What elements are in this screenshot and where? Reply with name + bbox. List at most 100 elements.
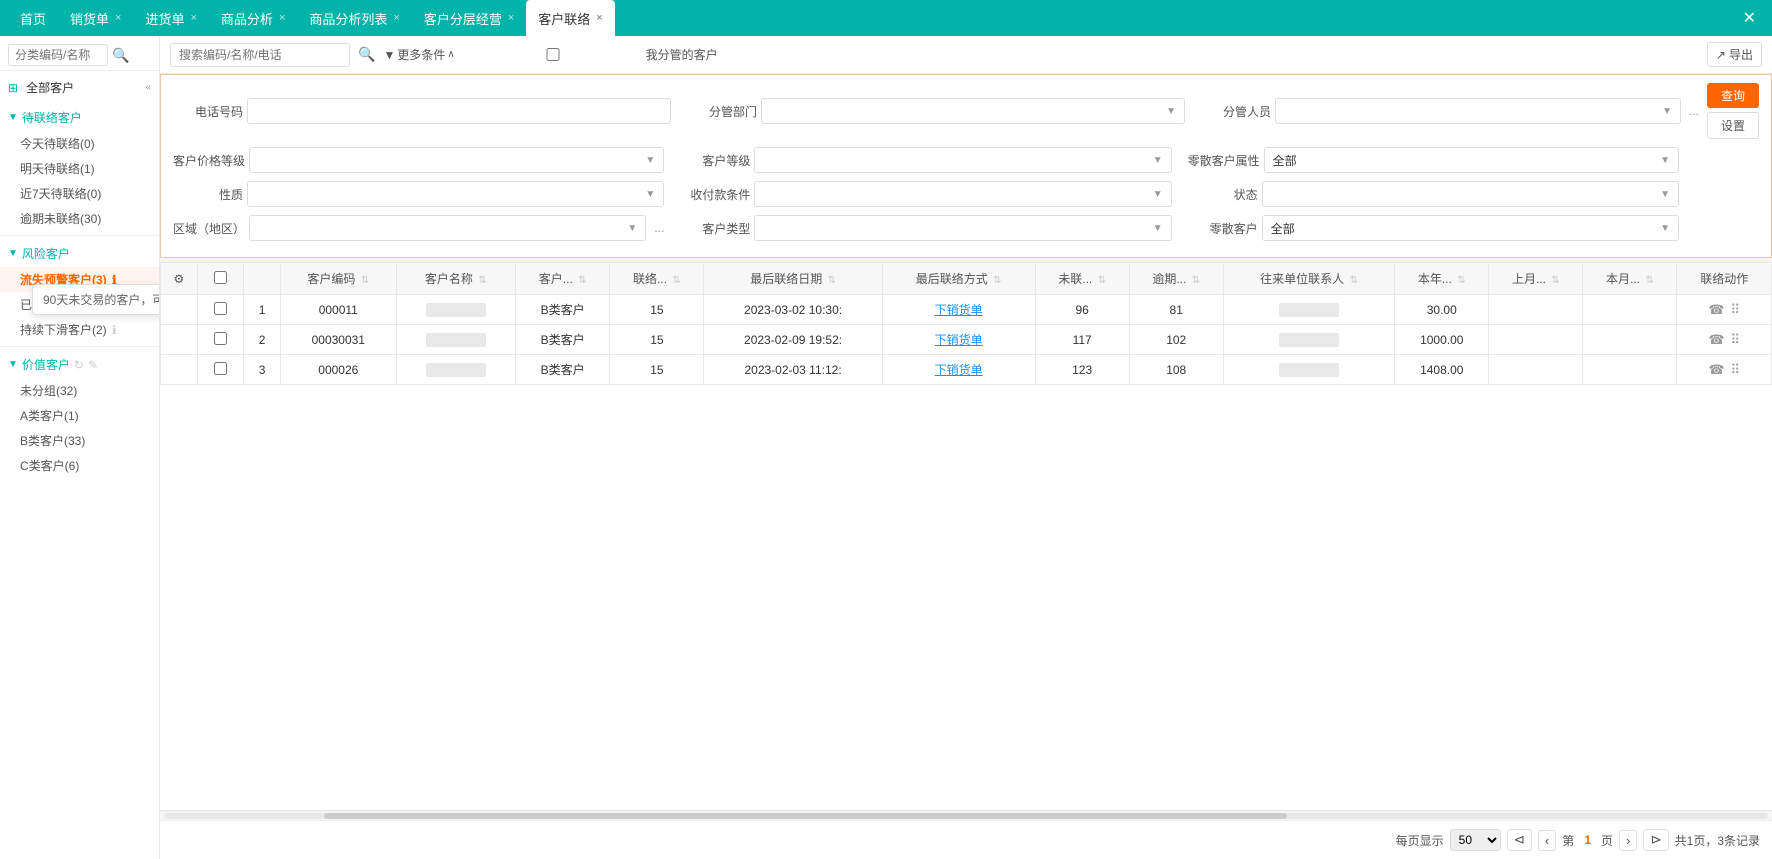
sidebar-section-risk-header[interactable]: ▼ 风险客户	[0, 240, 159, 267]
close-tab-sales[interactable]: ×	[115, 12, 121, 24]
sidebar-item-class-a[interactable]: A类客户(1)	[0, 403, 159, 428]
scroll-thumb[interactable]	[324, 813, 1286, 819]
row-check-2[interactable]	[214, 362, 227, 375]
action-more-1[interactable]: ⠿	[1731, 332, 1741, 348]
filter-payment-arrow: ▼	[1153, 189, 1163, 200]
page-label: 第	[1562, 832, 1574, 849]
col-last-contact-date[interactable]: 最后联络日期 ⇅	[704, 263, 882, 295]
filter-manager-select[interactable]: ▼	[1275, 98, 1681, 124]
filter-retail-attr-select[interactable]: 全部 ▼	[1264, 147, 1679, 173]
filter-price-grade-select[interactable]: ▼	[249, 147, 664, 173]
close-tab-customer-contact[interactable]: ×	[596, 12, 602, 24]
sidebar-collapse-icon[interactable]: «	[145, 82, 151, 93]
filter-dept-select[interactable]: ▼	[761, 98, 1185, 124]
value-edit-icon[interactable]: ✎	[88, 358, 98, 372]
col-type[interactable]: 客户... ⇅	[515, 263, 609, 295]
col-settings[interactable]: ⚙	[161, 263, 198, 295]
next-page-button[interactable]: ›	[1619, 830, 1637, 851]
filter-status-select[interactable]: ▼	[1262, 181, 1679, 207]
filter-cell-phone: 电话号码	[173, 98, 671, 124]
value-refresh-icon[interactable]: ↻	[74, 358, 84, 372]
filter-grade-select[interactable]: ▼	[754, 147, 1171, 173]
filter-ctype-select[interactable]: ▼	[754, 215, 1171, 241]
sidebar-item-tomorrow[interactable]: 明天待联络(1)	[0, 156, 159, 181]
close-tab-customer-segment[interactable]: ×	[508, 12, 514, 24]
close-tab-goods-analysis-list[interactable]: ×	[393, 12, 399, 24]
my-customers-checkbox-label[interactable]: 我分管的客户	[463, 46, 718, 63]
filter-nature-select[interactable]: ▼	[247, 181, 664, 207]
row-cc-2	[1223, 355, 1395, 385]
action-more-0[interactable]: ⠿	[1731, 302, 1741, 318]
row-check-1[interactable]	[214, 332, 227, 345]
sidebar-item-overdue[interactable]: 逾期未联络(30)	[0, 206, 159, 231]
row-cy-0: 30.00	[1395, 295, 1489, 325]
col-checkbox[interactable]	[197, 263, 243, 295]
row-check-0[interactable]	[214, 302, 227, 315]
col-code[interactable]: 客户编码 ⇅	[280, 263, 396, 295]
tab-purchase[interactable]: 进货单 ×	[133, 0, 208, 36]
col-overdue[interactable]: 逾期... ⇅	[1129, 263, 1223, 295]
filter-retail-label: 零散客户	[1188, 220, 1258, 237]
filter-region-more[interactable]: ...	[654, 221, 664, 235]
sidebar-search-icon[interactable]: 🔍	[112, 47, 129, 64]
sidebar-item-unsorted[interactable]: 未分组(32)	[0, 378, 159, 403]
row-method-0[interactable]: 下销货单	[882, 295, 1035, 325]
filter-region-select[interactable]: ▼	[249, 215, 646, 241]
tab-customer-segment[interactable]: 客户分层经营 ×	[412, 0, 526, 36]
col-current-year[interactable]: 本年... ⇅	[1395, 263, 1489, 295]
filter-manager-more[interactable]: ...	[1689, 104, 1699, 118]
close-tab-purchase[interactable]: ×	[190, 12, 196, 24]
sidebar-item-week[interactable]: 近7天待联络(0)	[0, 181, 159, 206]
horizontal-scrollbar[interactable]	[160, 810, 1772, 820]
tab-goods-analysis-list[interactable]: 商品分析列表 ×	[297, 0, 411, 36]
col-current-month[interactable]: 本月... ⇅	[1583, 263, 1677, 295]
action-phone-1[interactable]: ☎	[1708, 332, 1724, 348]
tab-goods-analysis[interactable]: 商品分析 ×	[209, 0, 297, 36]
more-filter-button[interactable]: ▼ 更多条件 ∧	[383, 46, 454, 63]
action-more-2[interactable]: ⠿	[1731, 362, 1741, 378]
filter-phone-input[interactable]	[247, 98, 671, 124]
action-phone-2[interactable]: ☎	[1708, 362, 1724, 378]
tab-sales[interactable]: 销货单 ×	[58, 0, 133, 36]
filter-manager-label: 分管人员	[1201, 103, 1271, 120]
select-all-checkbox[interactable]	[214, 271, 227, 284]
sidebar-section-value-header[interactable]: ▼ 价值客户 ↻ ✎	[0, 351, 159, 378]
prev-page-button[interactable]: ‹	[1538, 830, 1556, 851]
first-page-button[interactable]: ⊲	[1507, 829, 1532, 851]
query-button[interactable]: 查询	[1707, 83, 1759, 108]
filter-payment-select[interactable]: ▼	[754, 181, 1171, 207]
sidebar-search-input[interactable]	[8, 44, 108, 66]
sidebar-item-declining[interactable]: 持续下滑客户(2) ℹ	[0, 317, 159, 342]
col-no-contact[interactable]: 未联... ⇅	[1035, 263, 1129, 295]
row-method-2[interactable]: 下销货单	[882, 355, 1035, 385]
window-close-button[interactable]: ✕	[1735, 8, 1764, 28]
col-contact[interactable]: 联络... ⇅	[610, 263, 704, 295]
col-company-contact[interactable]: 往来单位联系人 ⇅	[1223, 263, 1395, 295]
search-icon[interactable]: 🔍	[358, 46, 375, 63]
sidebar-all-customers[interactable]: ⊞ 全部客户 «	[0, 71, 159, 104]
search-input[interactable]	[170, 43, 350, 67]
col-last-contact-method[interactable]: 最后联络方式 ⇅	[882, 263, 1035, 295]
col-last-month[interactable]: 上月... ⇅	[1489, 263, 1583, 295]
row-checkbox-1[interactable]	[197, 325, 243, 355]
sidebar-item-class-c[interactable]: C类客户(6)	[0, 453, 159, 478]
tab-customer-contact[interactable]: 客户联络 ×	[526, 0, 614, 36]
sidebar-item-today[interactable]: 今天待联络(0)	[0, 131, 159, 156]
row-overdue-1: 102	[1129, 325, 1223, 355]
filter-nature-label: 性质	[173, 186, 243, 203]
settings-button[interactable]: 设置	[1707, 112, 1759, 139]
sidebar-section-pending-header[interactable]: ▼ 待联络客户	[0, 104, 159, 131]
per-page-select[interactable]: 50 100 200	[1450, 829, 1501, 851]
tab-home[interactable]: 首页	[8, 0, 58, 36]
row-checkbox-0[interactable]	[197, 295, 243, 325]
last-page-button[interactable]: ⊳	[1643, 829, 1668, 851]
row-checkbox-2[interactable]	[197, 355, 243, 385]
close-tab-goods-analysis[interactable]: ×	[279, 12, 285, 24]
row-method-1[interactable]: 下销货单	[882, 325, 1035, 355]
my-customers-checkbox[interactable]	[463, 48, 643, 61]
export-button[interactable]: ↗ 导出	[1707, 42, 1762, 67]
sidebar-item-class-b[interactable]: B类客户(33)	[0, 428, 159, 453]
col-name[interactable]: 客户名称 ⇅	[396, 263, 515, 295]
action-phone-0[interactable]: ☎	[1708, 302, 1724, 318]
filter-retail-select[interactable]: 全部 ▼	[1262, 215, 1679, 241]
